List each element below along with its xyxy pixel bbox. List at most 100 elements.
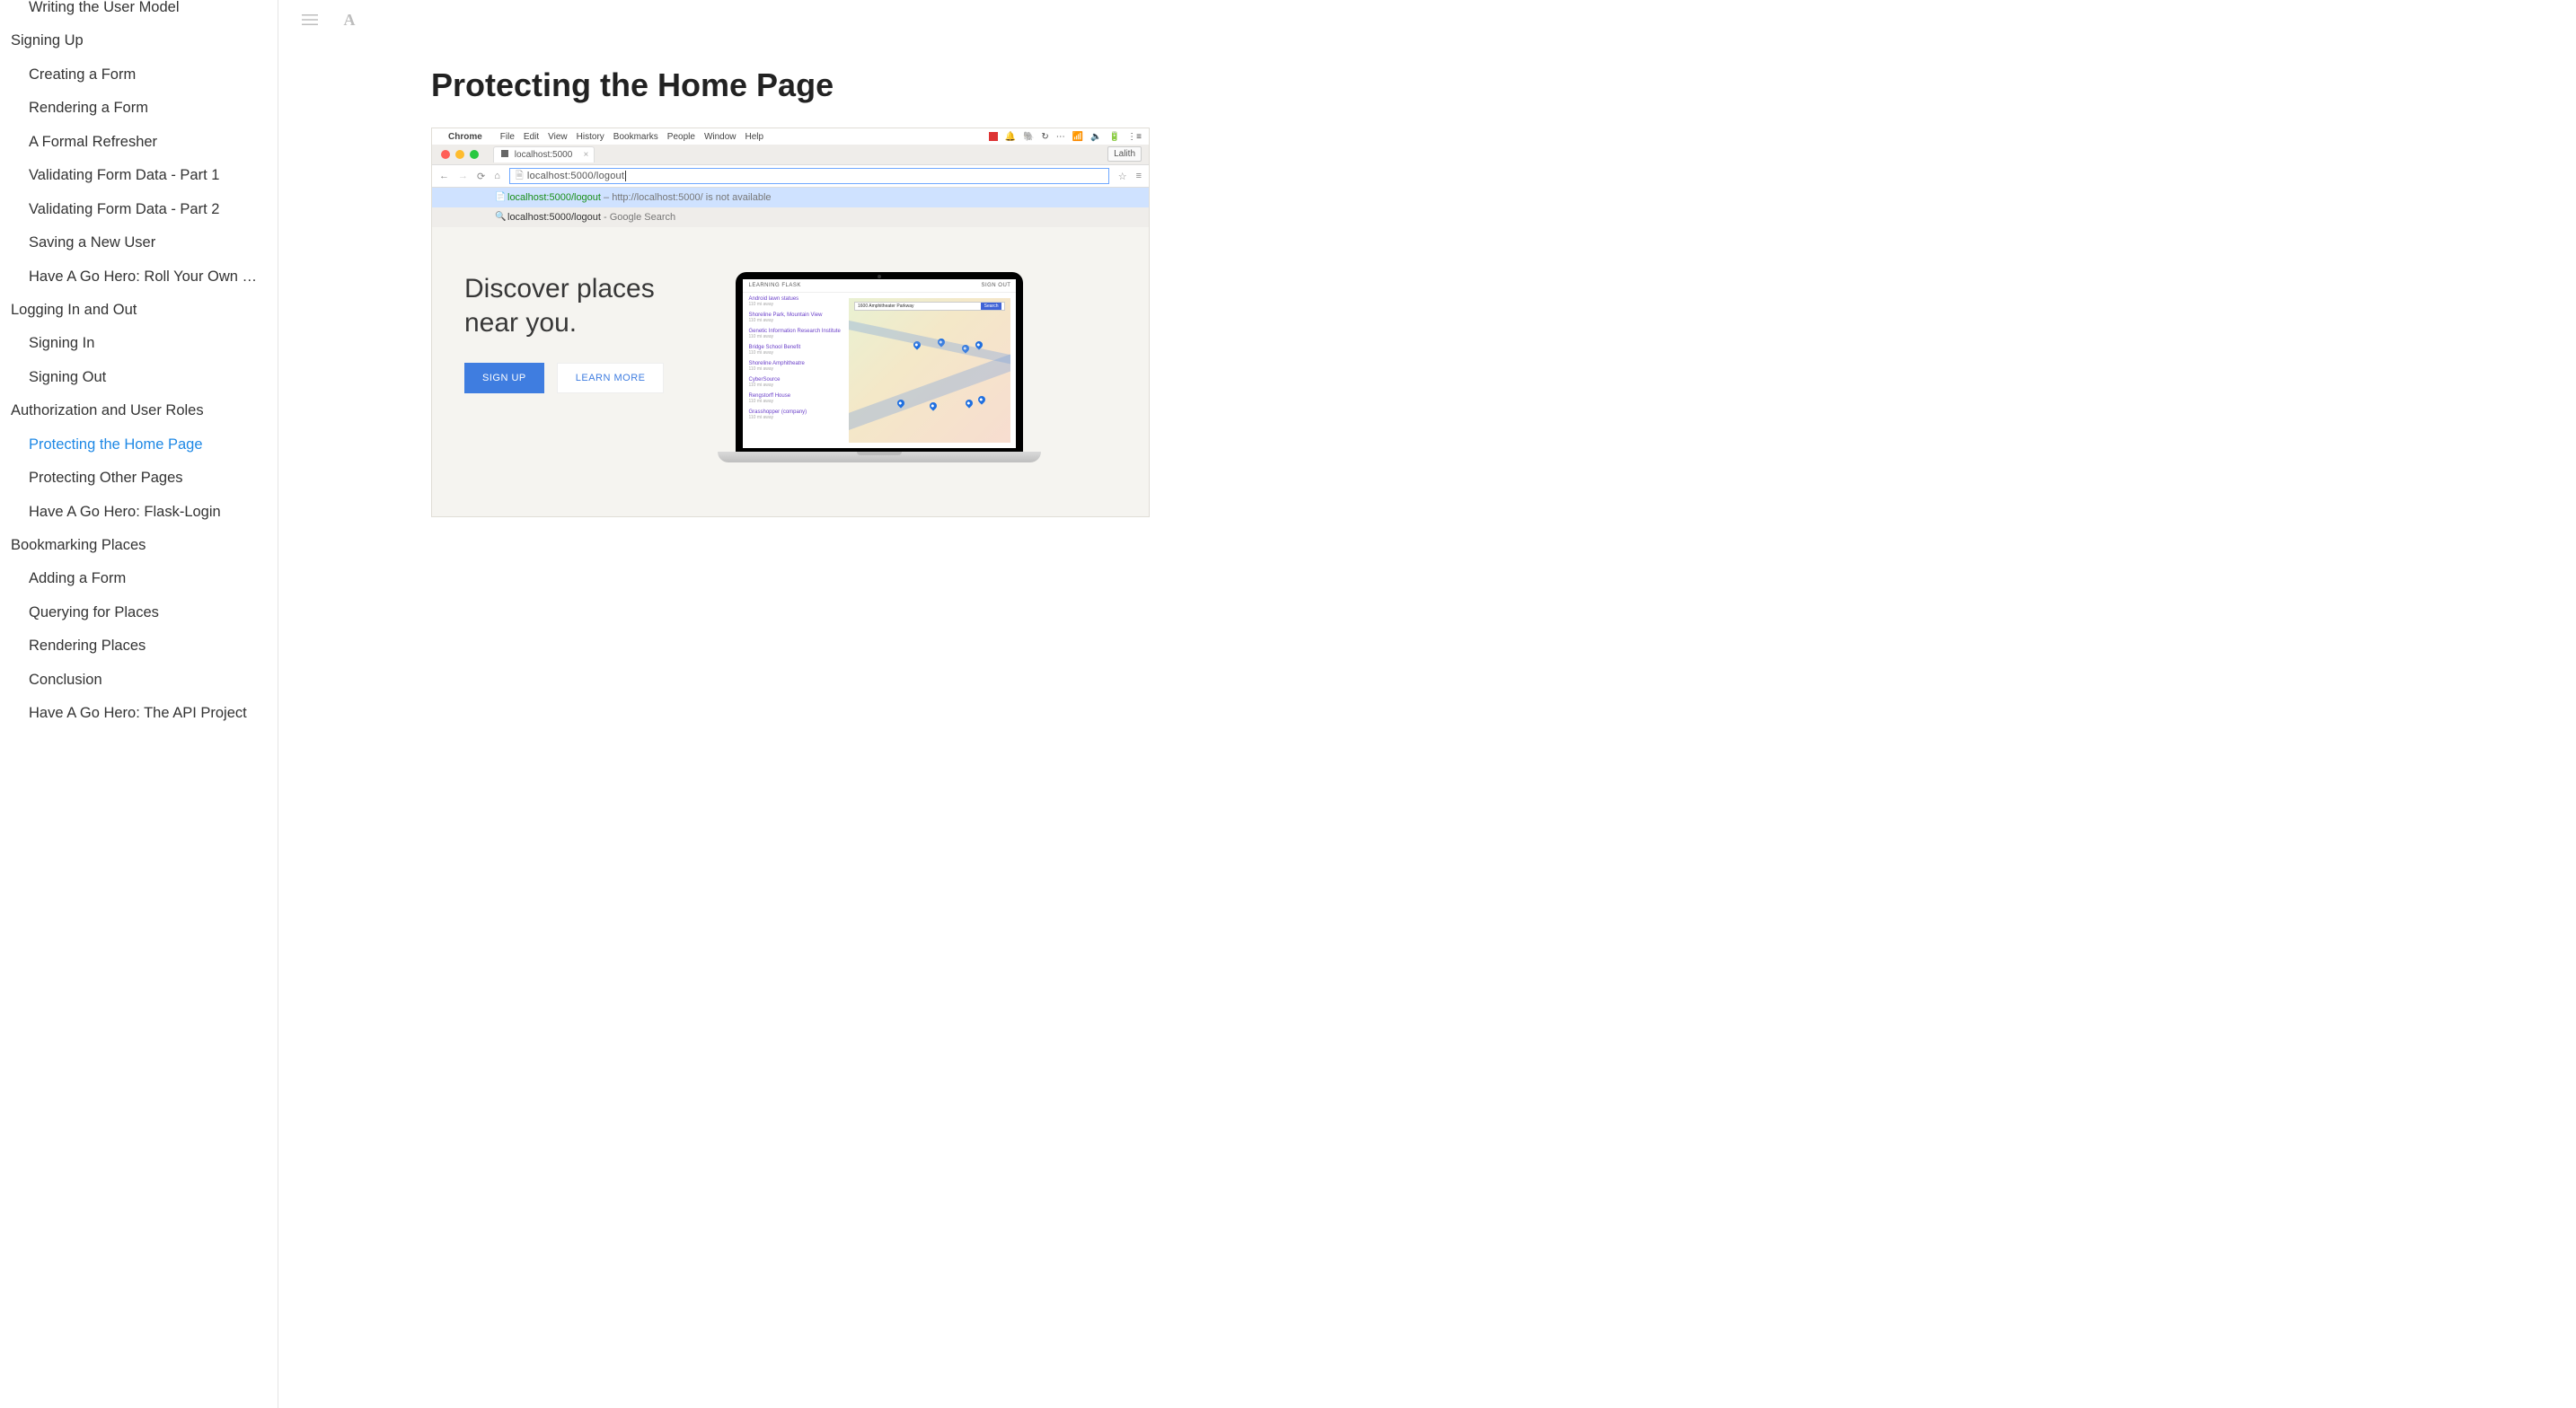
places-list: Android lawn statues110 mi away Shoreline… <box>743 293 847 448</box>
toc-item[interactable]: Bookmarking Places <box>11 529 267 562</box>
minimize-icon[interactable] <box>455 150 464 159</box>
toc-item[interactable]: Adding a Form <box>11 562 267 595</box>
place-item[interactable]: Bridge School Benefit110 mi away <box>748 345 842 356</box>
tab-bar: localhost:5000 × Lalith <box>432 145 1149 164</box>
reload-icon[interactable]: ⟳ <box>477 171 485 182</box>
mac-menu-item[interactable]: File <box>500 132 515 142</box>
app-header: LEARNING FLASK SIGN OUT <box>743 279 1016 293</box>
map-pin-icon[interactable] <box>929 400 939 410</box>
toc-item[interactable]: Querying for Places <box>11 596 267 629</box>
suggestion-rest: - Google Search <box>601 212 675 223</box>
place-item[interactable]: Genetic Information Research Institute11… <box>748 329 842 339</box>
toc-item[interactable]: Logging In and Out <box>11 294 267 327</box>
hero-line1: Discover places <box>464 274 655 304</box>
signout-link[interactable]: SIGN OUT <box>981 283 1010 288</box>
place-distance: 110 mi away <box>748 318 842 323</box>
profile-badge[interactable]: Lalith <box>1107 146 1142 162</box>
tab-close-icon[interactable]: × <box>583 150 588 160</box>
window-controls[interactable] <box>441 150 479 159</box>
mac-menu-item[interactable]: People <box>667 132 695 142</box>
menubar-status-icon[interactable]: 🐘 <box>1023 132 1034 142</box>
menubar-status-icon[interactable]: ⋯ <box>1056 132 1065 142</box>
map-pin-icon[interactable] <box>964 398 974 408</box>
laptop-mock: LEARNING FLASK SIGN OUT Android lawn sta… <box>718 272 1041 462</box>
mac-menu-item[interactable]: View <box>548 132 568 142</box>
font-settings-icon[interactable]: A <box>341 12 357 28</box>
browser-tab[interactable]: localhost:5000 × <box>493 146 595 163</box>
toc-item[interactable]: Authorization and User Roles <box>11 394 267 427</box>
place-distance: 110 mi away <box>748 334 842 339</box>
laptop-base <box>718 452 1041 462</box>
toc-item[interactable]: Rendering Places <box>11 629 267 663</box>
close-icon[interactable] <box>441 150 450 159</box>
camera-icon <box>878 275 881 278</box>
url-input[interactable]: 🗎 localhost:5000/logout <box>509 168 1109 184</box>
text-cursor <box>625 171 626 181</box>
place-item[interactable]: Grasshopper (company)110 mi away <box>748 409 842 420</box>
map-pin-icon[interactable] <box>977 395 987 405</box>
place-item[interactable]: Android lawn statues110 mi away <box>748 296 842 307</box>
toc-item[interactable]: Validating Form Data - Part 1 <box>11 159 267 192</box>
suggestion-icon: 📄 <box>495 192 506 202</box>
bookmark-star-icon[interactable]: ☆ <box>1118 171 1127 182</box>
map-search[interactable]: 1600 Amphitheater Parkway Search <box>854 302 1005 311</box>
content-area: A Protecting the Home Page Chrome FileEd… <box>278 0 2576 1408</box>
reader-topbar: A <box>278 0 2576 40</box>
menubar-status-icon[interactable]: ↻ <box>1041 132 1048 142</box>
hamburger-icon[interactable]: ≡ <box>1136 171 1142 181</box>
toc-item[interactable]: Have A Go Hero: The API Project <box>11 697 267 730</box>
toc-item[interactable]: A Formal Refresher <box>11 126 267 159</box>
forward-icon[interactable]: → <box>458 171 468 181</box>
app-brand: LEARNING FLASK <box>748 283 800 288</box>
menubar-status-icon[interactable]: ⋮≡ <box>1127 132 1142 142</box>
menu-icon[interactable] <box>302 12 318 28</box>
toc-item[interactable]: Protecting the Home Page <box>11 428 267 462</box>
map-search-button[interactable]: Search <box>981 303 1002 310</box>
menubar-status-icon[interactable]: 🔈 <box>1090 132 1101 142</box>
toc-item[interactable]: Validating Form Data - Part 2 <box>11 193 267 226</box>
place-item[interactable]: Shoreline Park, Mountain View110 mi away <box>748 312 842 323</box>
url-suggestion[interactable]: 📄localhost:5000/logout – http://localhos… <box>432 188 1149 207</box>
toc-item[interactable]: Signing Up <box>11 24 267 57</box>
mac-menu-item[interactable]: Bookmarks <box>613 132 658 142</box>
place-item[interactable]: CyberSource110 mi away <box>748 377 842 388</box>
zoom-icon[interactable] <box>470 150 479 159</box>
toc-item[interactable]: Have A Go Hero: Flask-Login <box>11 496 267 529</box>
toc-item[interactable]: Protecting Other Pages <box>11 462 267 495</box>
mac-menu-item[interactable]: History <box>577 132 604 142</box>
learn-more-button[interactable]: LEARN MORE <box>557 363 665 393</box>
place-distance: 110 mi away <box>748 366 842 372</box>
embedded-screenshot: Chrome FileEditViewHistoryBookmarksPeopl… <box>431 128 1150 517</box>
menubar-status-icon[interactable]: 📶 <box>1072 132 1083 142</box>
toc-list: Writing the User ModelSigning UpCreating… <box>11 0 267 731</box>
signup-button[interactable]: SIGN UP <box>464 363 544 393</box>
home-icon[interactable]: ⌂ <box>494 171 500 181</box>
place-item[interactable]: Rengstorff House110 mi away <box>748 393 842 404</box>
map-pin-icon[interactable] <box>961 343 971 353</box>
toc-item[interactable]: Signing In <box>11 327 267 360</box>
map-pin-icon[interactable] <box>895 398 905 408</box>
toc-item[interactable]: Rendering a Form <box>11 92 267 125</box>
toc-item[interactable]: Signing Out <box>11 361 267 394</box>
map[interactable]: 1600 Amphitheater Parkway Search <box>849 298 1010 443</box>
back-icon[interactable]: ← <box>439 171 449 181</box>
toc-item[interactable]: Saving a New User <box>11 226 267 260</box>
place-distance: 110 mi away <box>748 383 842 388</box>
menubar-status-icon[interactable]: 🔔 <box>1005 132 1016 142</box>
toc-item[interactable]: Have A Go Hero: Roll Your Own Web… <box>11 260 267 294</box>
url-suggestion[interactable]: 🔍localhost:5000/logout - Google Search <box>432 207 1149 227</box>
mac-menu-item[interactable]: Edit <box>524 132 539 142</box>
toc-item[interactable]: Creating a Form <box>11 58 267 92</box>
menubar-status-icon[interactable]: 🔋 <box>1109 132 1120 142</box>
map-pin-icon[interactable] <box>974 340 984 350</box>
map-pin-icon[interactable] <box>937 337 947 347</box>
map-pin-icon[interactable] <box>913 340 922 350</box>
mac-menu-item[interactable]: Window <box>704 132 737 142</box>
toc-item[interactable]: Writing the User Model <box>11 0 267 24</box>
page-icon: 🗎 <box>516 168 524 185</box>
page: Protecting the Home Page Chrome FileEdit… <box>431 66 1150 517</box>
place-distance: 110 mi away <box>748 302 842 307</box>
toc-item[interactable]: Conclusion <box>11 664 267 697</box>
place-item[interactable]: Shoreline Amphitheatre110 mi away <box>748 361 842 372</box>
mac-menu-item[interactable]: Help <box>745 132 764 142</box>
